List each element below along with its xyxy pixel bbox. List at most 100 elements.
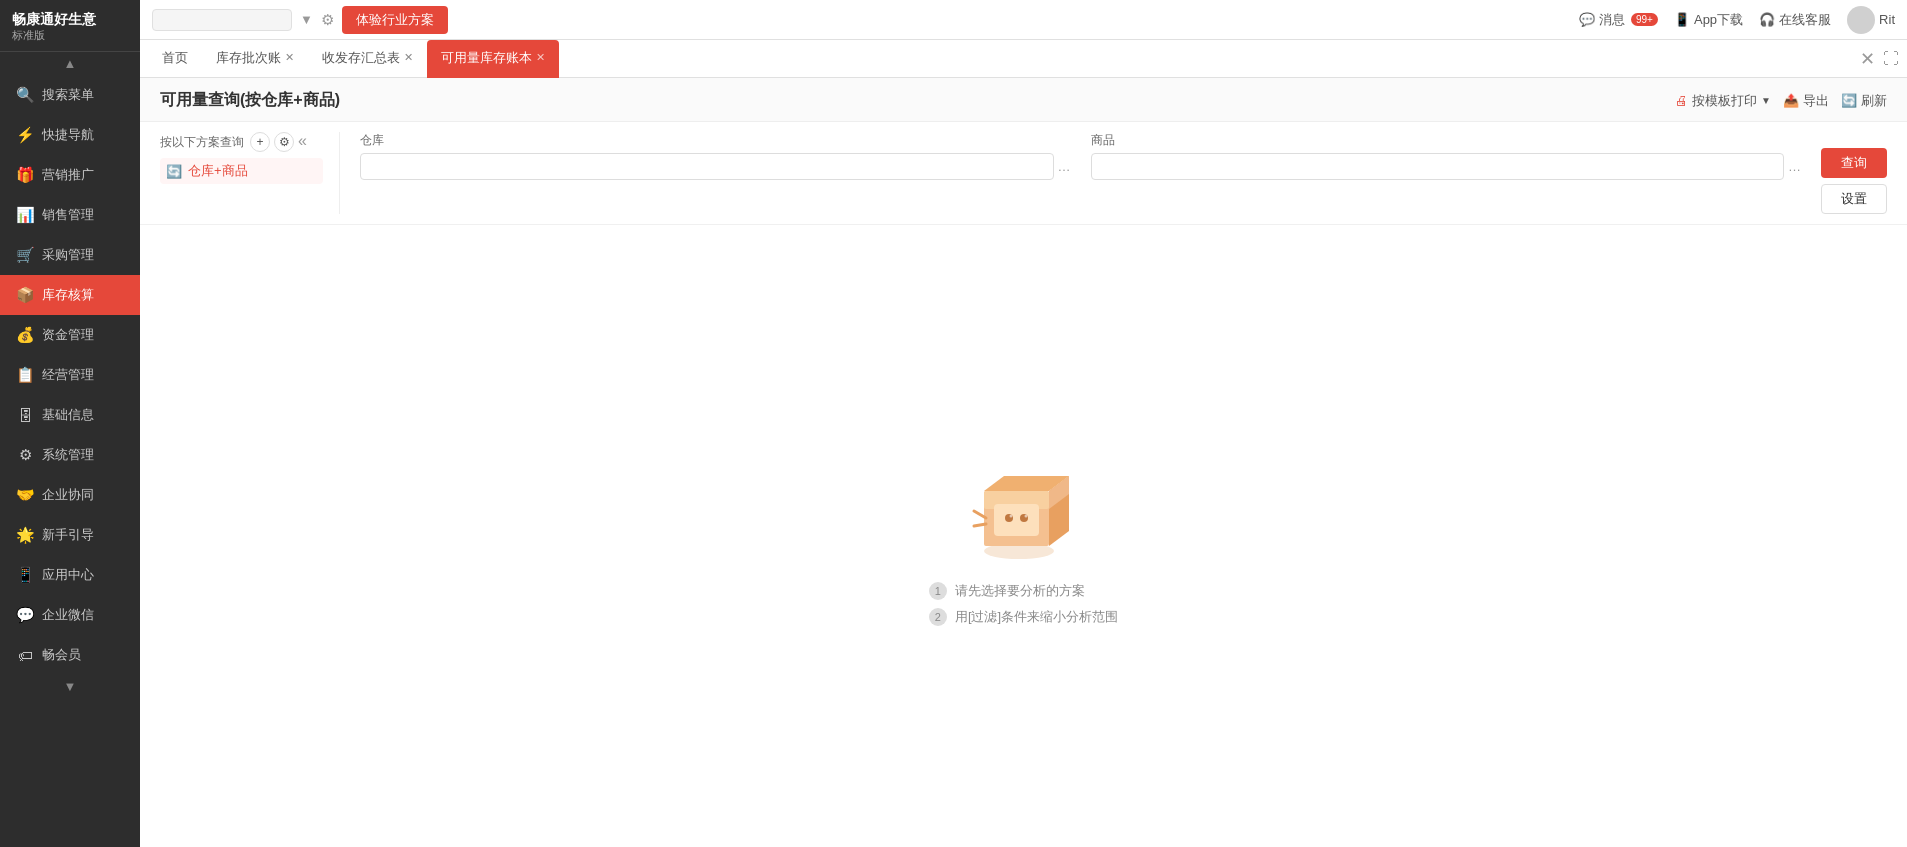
message-icon: 💬 [1579,12,1595,27]
goods-input[interactable] [1091,153,1785,180]
sidebar-item-operations[interactable]: 📋 经营管理 [0,355,140,395]
add-scheme-btn[interactable]: + [250,132,270,152]
sidebar-item-enterprise[interactable]: 🤝 企业协同 [0,475,140,515]
sidebar-item-inventory[interactable]: 📦 库存核算 [0,275,140,315]
tab-home[interactable]: 首页 [148,40,202,78]
user-name: Rit [1879,12,1895,27]
sidebar-item-member[interactable]: 🏷 畅会员 [0,635,140,675]
app-download-label: App下载 [1694,11,1743,29]
setting-btn[interactable]: 设置 [1821,184,1887,214]
app-download-btn[interactable]: 📱 App下载 [1674,11,1743,29]
base-info-icon: 🗄 [16,407,34,424]
scroll-down-btn[interactable]: ▼ [0,675,140,698]
sidebar-item-sales[interactable]: 📊 销售管理 [0,195,140,235]
sidebar-item-label: 营销推广 [42,166,94,184]
tab-batch-ledger[interactable]: 库存批次账 ✕ [202,40,308,78]
wechat-icon: 💬 [16,606,34,624]
app-download-icon: 📱 [1674,12,1690,27]
hint-text-2: 用[过滤]条件来缩小分析范围 [955,608,1118,626]
print-btn[interactable]: 🖨 按模板打印 ▼ [1675,92,1771,110]
collapse-filter-btn[interactable]: « [298,132,307,152]
sidebar-item-base-info[interactable]: 🗄 基础信息 [0,395,140,435]
sidebar-item-search[interactable]: 🔍 搜索菜单 [0,75,140,115]
goods-more-btn[interactable]: … [1788,159,1801,174]
tabs-bar: 首页 库存批次账 ✕ 收发存汇总表 ✕ 可用量库存账本 ✕ ✕ ⛶ [140,40,1907,78]
tab-available-ledger-label: 可用量库存账本 [441,49,532,67]
empty-illustration [964,446,1084,566]
message-btn[interactable]: 💬 消息 99+ [1579,11,1658,29]
online-support-btn[interactable]: 🎧 在线客服 [1759,11,1831,29]
tab-receipt-summary-close[interactable]: ✕ [404,51,413,64]
content-area: 可用量查询(按仓库+商品) 🖨 按模板打印 ▼ 📤 导出 🔄 刷新 [140,78,1907,847]
marketing-icon: 🎁 [16,166,34,184]
sidebar-item-wechat[interactable]: 💬 企业微信 [0,595,140,635]
export-btn[interactable]: 📤 导出 [1783,92,1829,110]
expand-tabs-btn[interactable]: ⛶ [1883,50,1899,68]
avatar [1847,6,1875,34]
sidebar-item-label: 企业微信 [42,606,94,624]
warehouse-filter-field: 仓库 … [360,132,1071,180]
filter-actions: 查询 设置 [1821,132,1887,214]
empty-hint-2: 2 用[过滤]条件来缩小分析范围 [929,608,1118,626]
operations-icon: 📋 [16,366,34,384]
scheme-settings-btn[interactable]: ⚙ [274,132,294,152]
sidebar-item-label: 应用中心 [42,566,94,584]
finance-icon: 💰 [16,326,34,344]
refresh-icon: 🔄 [1841,93,1857,108]
close-all-tabs-btn[interactable]: ✕ [1860,48,1875,70]
topbar-gear-icon[interactable]: ⚙ [321,11,334,29]
filter-fields: 仓库 … 商品 … 查询 设置 [360,132,1887,214]
sidebar-logo: 畅康通好生意 标准版 [0,0,140,52]
query-btn[interactable]: 查询 [1821,148,1887,178]
user-avatar-btn[interactable]: Rit [1847,6,1895,34]
warehouse-input[interactable] [360,153,1054,180]
tab-available-ledger-close[interactable]: ✕ [536,51,545,64]
goods-input-row: … [1091,153,1802,180]
sidebar-item-system[interactable]: ⚙ 系统管理 [0,435,140,475]
sidebar-nav: ▲ 🔍 搜索菜单 ⚡ 快捷导航 🎁 营销推广 📊 销售管理 🛒 采购管理 📦 库… [0,52,140,847]
topbar: ▼ ⚙ 体验行业方案 💬 消息 99+ 📱 App下载 🎧 在线客服 Rit [140,0,1907,40]
topbar-dropdown-icon[interactable]: ▼ [300,12,313,27]
goods-filter-field: 商品 … [1091,132,1802,180]
sidebar-item-finance[interactable]: 💰 资金管理 [0,315,140,355]
industry-btn[interactable]: 体验行业方案 [342,6,448,34]
sidebar-item-shortcut[interactable]: ⚡ 快捷导航 [0,115,140,155]
logo-title: 畅康通好生意 [12,10,128,28]
support-icon: 🎧 [1759,12,1775,27]
svg-point-10 [1024,515,1027,518]
sidebar-item-marketing[interactable]: 🎁 营销推广 [0,155,140,195]
warehouse-more-btn[interactable]: … [1058,159,1071,174]
message-badge: 99+ [1631,13,1658,26]
page-header: 可用量查询(按仓库+商品) 🖨 按模板打印 ▼ 📤 导出 🔄 刷新 [140,78,1907,122]
sidebar-item-purchase[interactable]: 🛒 采购管理 [0,235,140,275]
topbar-search-input[interactable] [152,9,292,31]
logo-sub: 标准版 [12,28,128,43]
tabs-bar-right: ✕ ⛶ [1860,48,1899,70]
filter-scheme-panel: 按以下方案查询 + ⚙ « 🔄 仓库+商品 [160,132,340,214]
newbie-icon: 🌟 [16,526,34,544]
tab-available-ledger[interactable]: 可用量库存账本 ✕ [427,40,559,78]
goods-label: 商品 [1091,132,1802,149]
tab-batch-ledger-close[interactable]: ✕ [285,51,294,64]
box-svg [964,446,1084,566]
scheme-name: 仓库+商品 [188,162,248,180]
sidebar-item-label: 经营管理 [42,366,94,384]
sidebar-item-label: 畅会员 [42,646,81,664]
refresh-btn[interactable]: 🔄 刷新 [1841,92,1887,110]
scheme-item-warehouse-goods[interactable]: 🔄 仓库+商品 [160,158,323,184]
sidebar-item-app-center[interactable]: 📱 应用中心 [0,555,140,595]
scheme-action-btns: + ⚙ « [250,132,307,152]
print-label: 按模板打印 [1692,92,1757,110]
scroll-up-btn[interactable]: ▲ [0,52,140,75]
print-dropdown-icon[interactable]: ▼ [1761,95,1771,106]
sidebar-item-label: 基础信息 [42,406,94,424]
tab-receipt-summary-label: 收发存汇总表 [322,49,400,67]
message-label: 消息 [1599,11,1625,29]
empty-hint-1: 1 请先选择要分析的方案 [929,582,1118,600]
scheme-icon: 🔄 [166,164,182,179]
sidebar-item-label: 新手引导 [42,526,94,544]
tab-batch-ledger-label: 库存批次账 [216,49,281,67]
sidebar-item-newbie[interactable]: 🌟 新手引导 [0,515,140,555]
tab-receipt-summary[interactable]: 收发存汇总表 ✕ [308,40,427,78]
sidebar-item-label: 企业协同 [42,486,94,504]
